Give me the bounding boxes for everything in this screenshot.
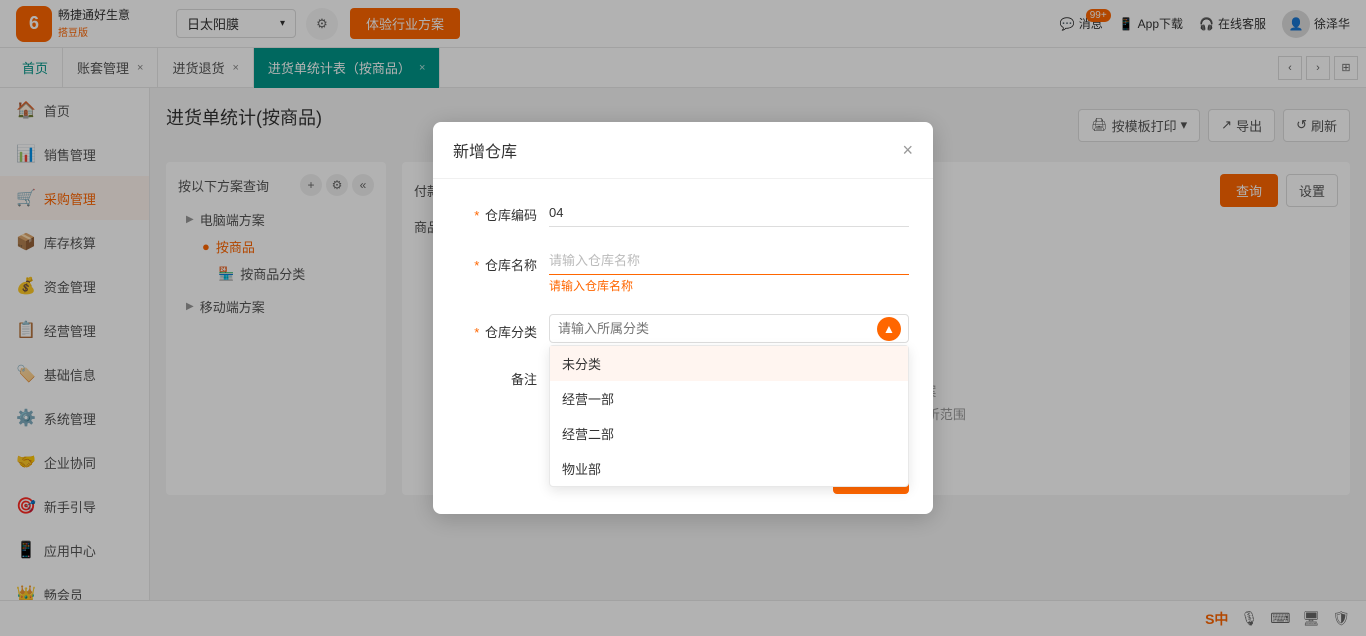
dropdown-item-dept2[interactable]: 经营二部 bbox=[550, 416, 908, 451]
modal-new-warehouse: 新增仓库 × * 仓库编码 * 仓库名称 bbox=[433, 122, 933, 514]
name-input[interactable] bbox=[549, 247, 909, 275]
code-input[interactable] bbox=[549, 199, 909, 227]
notes-label: 备注 bbox=[457, 363, 537, 388]
category-toggle-button[interactable]: ▲ bbox=[877, 317, 901, 341]
name-field-row: * 仓库名称 请输入仓库名称 bbox=[457, 247, 909, 294]
category-input-wrap: ▲ 未分类 经营一部 经营二部 物业部 bbox=[549, 314, 909, 343]
modal-header: 新增仓库 × bbox=[433, 122, 933, 179]
modal-overlay: 新增仓库 × * 仓库编码 * 仓库名称 bbox=[0, 0, 1366, 636]
dropdown-item-dept1[interactable]: 经营一部 bbox=[550, 381, 908, 416]
category-field-row: * 仓库分类 ▲ 未分类 经营一部 经营二部 物业部 bbox=[457, 314, 909, 343]
name-label: * 仓库名称 bbox=[457, 249, 537, 274]
dropdown-item-uncategorized[interactable]: 未分类 bbox=[550, 346, 908, 381]
category-input[interactable] bbox=[549, 314, 909, 343]
modal-title: 新增仓库 bbox=[453, 138, 517, 162]
modal-body: * 仓库编码 * 仓库名称 请输入仓库名称 * bbox=[433, 179, 933, 446]
code-label: * 仓库编码 bbox=[457, 199, 537, 224]
dropdown-item-dept3[interactable]: 物业部 bbox=[550, 451, 908, 486]
category-label: * 仓库分类 bbox=[457, 316, 537, 341]
category-dropdown: 未分类 经营一部 经营二部 物业部 bbox=[549, 345, 909, 487]
name-error-msg: 请输入仓库名称 bbox=[457, 277, 633, 294]
modal-close-button[interactable]: × bbox=[902, 141, 913, 159]
code-field-row: * 仓库编码 bbox=[457, 199, 909, 227]
